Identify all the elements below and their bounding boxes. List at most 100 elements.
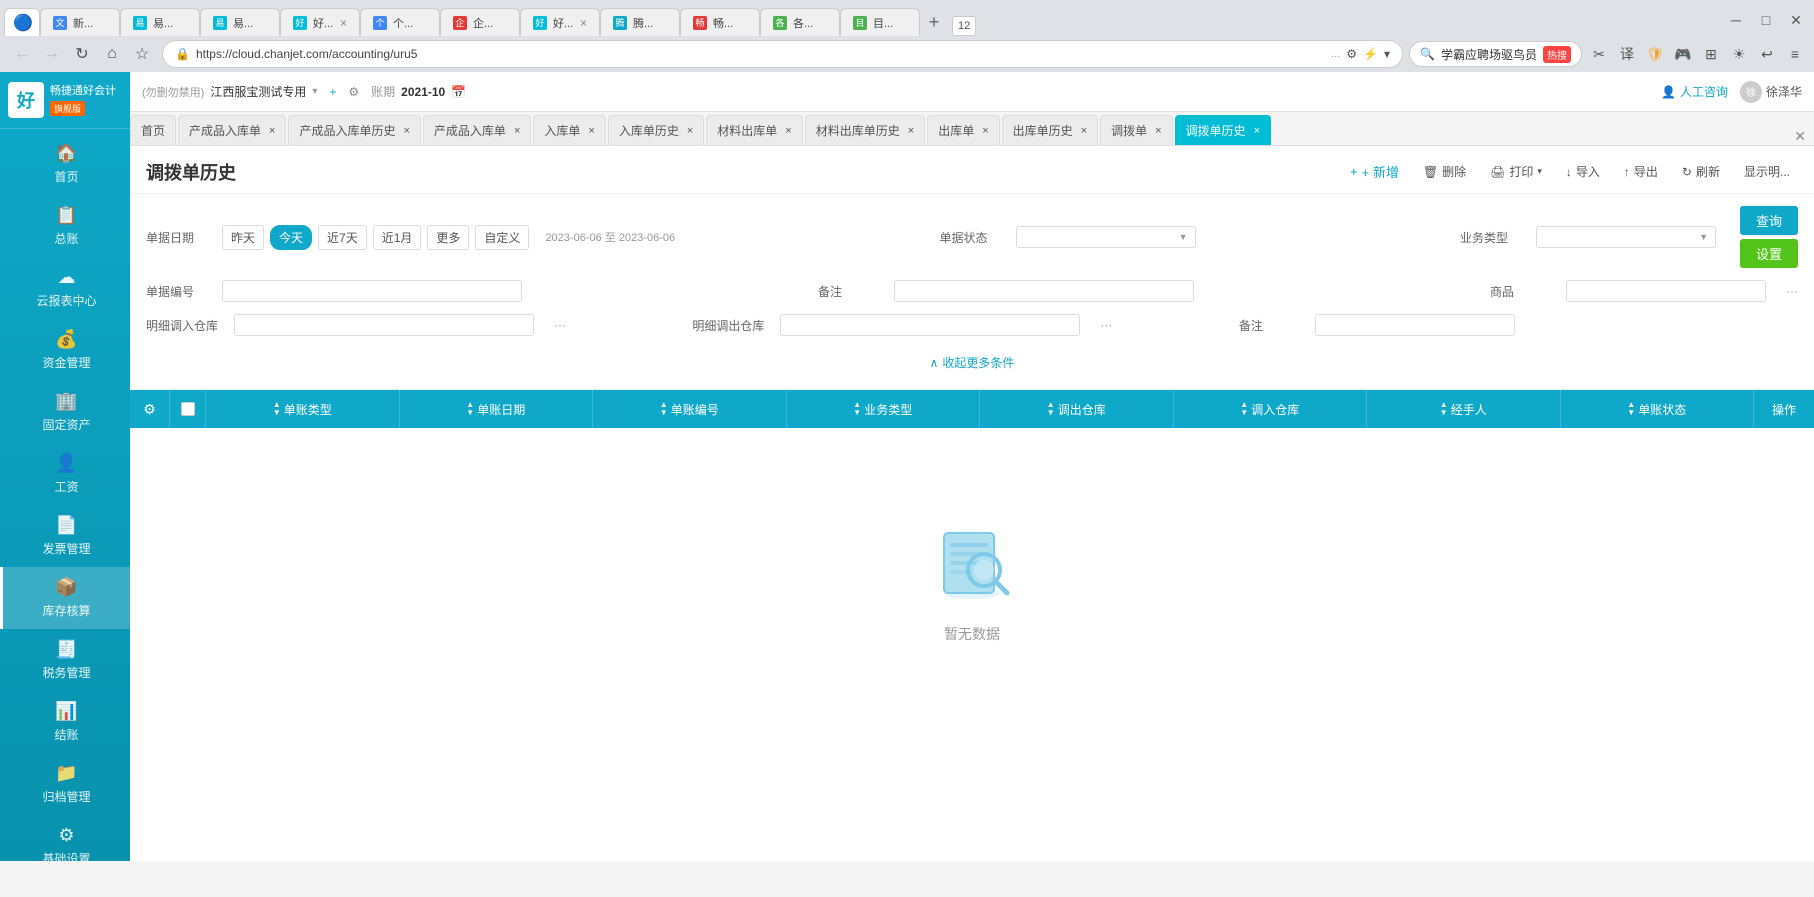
page-tab-4[interactable]: 入库单 × xyxy=(533,115,605,145)
display-button[interactable]: 显示明... xyxy=(1736,159,1798,184)
home-button[interactable]: ⌂ xyxy=(98,40,126,68)
minimize-button[interactable]: ─ xyxy=(1722,6,1750,34)
delete-button[interactable]: 🗑 删除 xyxy=(1415,159,1474,184)
page-tab-2[interactable]: 产成品入库单历史 × xyxy=(288,115,420,145)
browser-tab-8[interactable]: 腾 腾... xyxy=(600,8,680,36)
settings-button[interactable]: 设置 xyxy=(1740,239,1798,268)
sidebar-item-salary[interactable]: 👤 工资 xyxy=(0,443,130,505)
grid-icon[interactable]: ⊞ xyxy=(1700,43,1722,65)
print-button[interactable]: 🖨 打印 ▾ xyxy=(1482,159,1550,184)
th-date[interactable]: ▲▼ 单账日期 xyxy=(400,390,594,428)
sidebar-item-invoice[interactable]: 📄 发票管理 xyxy=(0,505,130,567)
import-button[interactable]: ↓ 导入 xyxy=(1558,159,1608,184)
date-btn-today[interactable]: 今天 xyxy=(270,225,312,250)
doc-number-input[interactable] xyxy=(222,280,522,302)
close-pt9[interactable]: × xyxy=(1081,125,1087,137)
scissors-icon[interactable]: ✂ xyxy=(1588,43,1610,65)
browser-tab-4[interactable]: 好 好... × xyxy=(280,8,360,36)
back-button[interactable]: ← xyxy=(8,40,36,68)
in-wh-input[interactable] xyxy=(234,314,534,336)
date-btn-yesterday[interactable]: 昨天 xyxy=(222,225,264,250)
browser-search-bar[interactable]: 🔍 学霸应聘场驱鸟员 热搜 xyxy=(1409,41,1582,67)
page-tab-home[interactable]: 首页 xyxy=(130,115,176,145)
consult-button[interactable]: 👤 人工咨询 xyxy=(1661,83,1728,100)
page-tab-9[interactable]: 出库单历史 × xyxy=(1002,115,1098,145)
th-status[interactable]: ▲▼ 单账状态 xyxy=(1561,390,1755,428)
sidebar-item-tax[interactable]: 🧾 税务管理 xyxy=(0,629,130,691)
user-info[interactable]: 徐 徐泽华 xyxy=(1740,81,1802,103)
out-wh-ellipsis[interactable]: ··· xyxy=(1100,318,1112,332)
new-tab-button[interactable]: + xyxy=(920,8,948,36)
th-settings[interactable]: ⚙ xyxy=(130,390,170,428)
close-tab-4[interactable]: × xyxy=(340,16,347,30)
browser-tab-6[interactable]: 企 企... xyxy=(440,8,520,36)
sidebar-item-inventory[interactable]: 📦 库存核算 xyxy=(0,567,130,629)
close-pt10[interactable]: × xyxy=(1155,125,1161,137)
add-button[interactable]: + + 新增 xyxy=(1342,158,1407,185)
th-number[interactable]: ▲▼ 单账编号 xyxy=(593,390,787,428)
close-pt8[interactable]: × xyxy=(982,125,988,137)
export-button[interactable]: ↑ 导出 xyxy=(1616,159,1666,184)
th-type[interactable]: ▲▼ 单账类型 xyxy=(206,390,400,428)
game-icon[interactable]: 🎮 xyxy=(1672,43,1694,65)
close-pt1[interactable]: × xyxy=(269,125,275,137)
close-all-tabs-icon[interactable]: ✕ xyxy=(1794,128,1806,145)
th-in-wh[interactable]: ▲▼ 调入仓库 xyxy=(1174,390,1368,428)
settings-icon[interactable]: ⚙ xyxy=(348,85,359,99)
sidebar-item-assets[interactable]: 🏢 固定资产 xyxy=(0,381,130,443)
out-wh-input[interactable] xyxy=(780,314,1080,336)
browser-home-tab[interactable]: 🔵 xyxy=(4,8,40,36)
sidebar-item-settlement[interactable]: 📊 结账 xyxy=(0,691,130,753)
browser-tab-11[interactable]: 目 目... xyxy=(840,8,920,36)
forward-button[interactable]: → xyxy=(38,40,66,68)
menu-icon[interactable]: ≡ xyxy=(1784,43,1806,65)
remark2-input[interactable] xyxy=(1315,314,1515,336)
date-btn-more[interactable]: 更多 xyxy=(427,225,469,250)
sidebar-item-funds[interactable]: 💰 资金管理 xyxy=(0,319,130,381)
date-btn-custom[interactable]: 自定义 xyxy=(475,225,529,250)
page-tab-5[interactable]: 入库单历史 × xyxy=(608,115,704,145)
brightness-icon[interactable]: ☀ xyxy=(1728,43,1750,65)
url-bar[interactable]: 🔒 https://cloud.chanjet.com/accounting/u… xyxy=(162,40,1403,68)
close-pt4[interactable]: × xyxy=(588,125,594,137)
bookmark-button[interactable]: ☆ xyxy=(128,40,156,68)
browser-tab-7[interactable]: 好 好... × xyxy=(520,8,600,36)
product-input[interactable] xyxy=(1566,280,1766,302)
close-pt3[interactable]: × xyxy=(514,125,520,137)
in-wh-ellipsis[interactable]: ··· xyxy=(554,318,566,332)
browser-tab-2[interactable]: 易 易... xyxy=(120,8,200,36)
close-pt2[interactable]: × xyxy=(403,125,409,137)
sidebar-item-ledger[interactable]: 📋 总账 xyxy=(0,195,130,257)
remark-input[interactable] xyxy=(894,280,1194,302)
select-all-checkbox[interactable] xyxy=(181,402,195,416)
close-pt6[interactable]: × xyxy=(785,125,791,137)
browser-tab-10[interactable]: 各 各... xyxy=(760,8,840,36)
translate-icon[interactable]: 译 xyxy=(1616,43,1638,65)
company-selector[interactable]: (勿删勿禁用) 江西服宝测试专用 ▾ xyxy=(142,83,317,100)
table-settings-icon[interactable]: ⚙ xyxy=(143,401,156,418)
sidebar-item-basic[interactable]: ⚙ 基础设置 xyxy=(0,815,130,861)
browser-tab-5[interactable]: 个 个... xyxy=(360,8,440,36)
status-select[interactable] xyxy=(1016,226,1196,248)
undo-icon[interactable]: ↩ xyxy=(1756,43,1778,65)
page-tab-8[interactable]: 出库单 × xyxy=(927,115,999,145)
close-button[interactable]: ✕ xyxy=(1782,6,1810,34)
page-tab-3[interactable]: 产成品入库单 × xyxy=(423,115,531,145)
close-pt11[interactable]: × xyxy=(1254,125,1260,137)
biz-type-select[interactable] xyxy=(1536,226,1716,248)
browser-tab-3[interactable]: 易 易... xyxy=(200,8,280,36)
product-ellipsis[interactable]: ··· xyxy=(1786,284,1798,298)
reload-button[interactable]: ↻ xyxy=(68,40,96,68)
th-biz-type[interactable]: ▲▼ 业务类型 xyxy=(787,390,981,428)
page-tab-11[interactable]: 调拨单历史 × xyxy=(1175,115,1271,145)
close-tab-7[interactable]: × xyxy=(580,16,587,30)
date-btn-1month[interactable]: 近1月 xyxy=(373,225,422,250)
browser-tab-9[interactable]: 畅 畅... xyxy=(680,8,760,36)
close-pt5[interactable]: × xyxy=(687,125,693,137)
browser-tab-1[interactable]: 文 新... xyxy=(40,8,120,36)
maximize-button[interactable]: □ xyxy=(1752,6,1780,34)
page-tab-10[interactable]: 调拨单 × xyxy=(1100,115,1172,145)
page-tab-6[interactable]: 材料出库单 × xyxy=(706,115,802,145)
sidebar-item-home[interactable]: 🏠 首页 xyxy=(0,133,130,195)
add-company-btn[interactable]: + xyxy=(329,85,336,99)
